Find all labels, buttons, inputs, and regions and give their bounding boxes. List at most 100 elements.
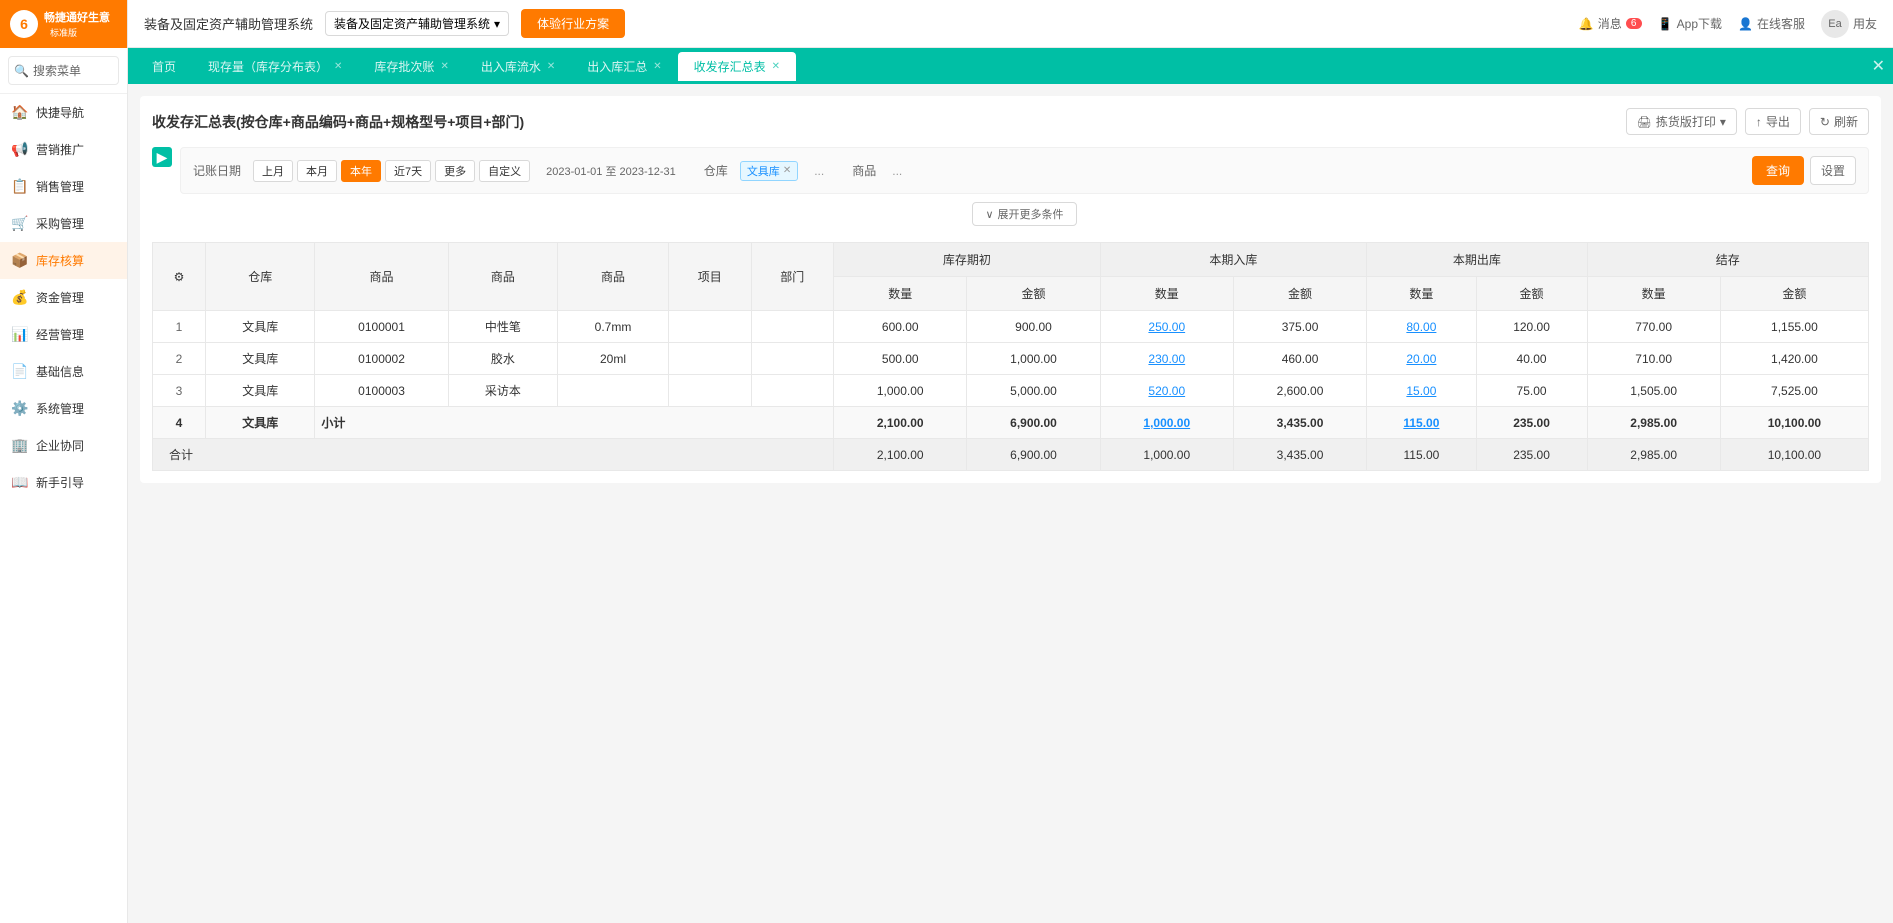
search-menu-button[interactable]: 🔍 搜索菜单	[8, 56, 119, 85]
row-dept	[751, 343, 834, 375]
page-title-row: 收发存汇总表(按仓库+商品编码+商品+规格型号+项目+部门) 🖨 拣货版打印 ▾…	[152, 108, 1869, 135]
notification-item[interactable]: 🔔 消息 6	[1579, 15, 1642, 32]
date-label: 记账日期	[193, 162, 241, 179]
sales-icon: 📋	[12, 179, 28, 195]
date-btn-custom[interactable]: 自定义	[479, 160, 530, 182]
subtotal-label: 小计	[315, 407, 834, 439]
row-name: 采访本	[448, 375, 557, 407]
row-code: 0100001	[315, 311, 448, 343]
tab-inout-summary[interactable]: 出入库汇总 ✕	[571, 52, 677, 81]
row-out-qty[interactable]: 20.00	[1367, 343, 1476, 375]
row-bal-amt: 1,155.00	[1720, 311, 1868, 343]
close-icon[interactable]: ✕	[772, 61, 780, 72]
sidebar-item-guide[interactable]: 📖 新手引导	[0, 464, 127, 501]
subtotal-open-qty: 2,100.00	[834, 407, 967, 439]
refresh-button[interactable]: ↻ 刷新	[1809, 108, 1869, 135]
close-icon[interactable]: ✕	[440, 61, 448, 72]
query-button[interactable]: 查询	[1752, 156, 1804, 185]
bal-amt-header: 金额	[1720, 277, 1868, 311]
date-btn-this-year[interactable]: 本年	[341, 160, 381, 182]
table-row: 3 文具库 0100003 采访本 1,000.00 5,000.00 520.…	[153, 375, 1869, 407]
sidebar-item-quick-nav[interactable]: 🏠 快捷导航	[0, 94, 127, 131]
settings-col-header[interactable]: ⚙	[153, 243, 206, 311]
search-icon: 🔍	[14, 64, 29, 78]
footer-bal-qty: 2,985.00	[1587, 439, 1720, 471]
sidebar-item-sales[interactable]: 📋 销售管理	[0, 168, 127, 205]
experience-btn[interactable]: 体验行业方案	[521, 9, 625, 38]
close-icon[interactable]: ✕	[547, 61, 555, 72]
open-amt-header: 金额	[967, 277, 1100, 311]
chevron-down-icon: ▾	[1720, 115, 1726, 129]
date-btn-this-month[interactable]: 本月	[297, 160, 337, 182]
row-warehouse: 文具库	[206, 375, 315, 407]
basic-icon: 📄	[12, 364, 28, 380]
row-in-qty[interactable]: 230.00	[1100, 343, 1233, 375]
export-button[interactable]: ↑ 导出	[1745, 108, 1801, 135]
sidebar-item-purchase[interactable]: 🛒 采购管理	[0, 205, 127, 242]
print-button[interactable]: 🖨 拣货版打印 ▾	[1626, 108, 1737, 135]
close-icon[interactable]: ✕	[653, 61, 661, 72]
goods-spec-col-header: 商品	[558, 243, 669, 311]
tab-receive-summary[interactable]: 收发存汇总表 ✕	[678, 52, 796, 81]
user-item[interactable]: Ea 用友	[1821, 10, 1877, 38]
warehouse-tag-close[interactable]: ✕	[783, 165, 791, 176]
marketing-icon: 📢	[12, 142, 28, 158]
sidebar-item-operations[interactable]: 📊 经营管理	[0, 316, 127, 353]
system-selector[interactable]: 装备及固定资产辅助管理系统 ▾	[325, 11, 509, 36]
expand-more-button[interactable]: ∨ 展开更多条件	[972, 202, 1076, 226]
sidebar-item-enterprise[interactable]: 🏢 企业协同	[0, 427, 127, 464]
sidebar-item-basic[interactable]: 📄 基础信息	[0, 353, 127, 390]
header-left: 装备及固定资产辅助管理系统 装备及固定资产辅助管理系统 ▾ 体验行业方案	[144, 9, 625, 38]
row-warehouse: 文具库	[206, 343, 315, 375]
row-in-amt: 460.00	[1233, 343, 1366, 375]
row-open-amt: 1,000.00	[967, 343, 1100, 375]
in-qty-header: 数量	[1100, 277, 1233, 311]
filter-settings-button[interactable]: 设置	[1810, 156, 1856, 185]
row-in-qty[interactable]: 250.00	[1100, 311, 1233, 343]
outbound-header: 本期出库	[1367, 243, 1587, 277]
row-open-qty: 600.00	[834, 311, 967, 343]
row-in-amt: 2,600.00	[1233, 375, 1366, 407]
open-stock-header: 库存期初	[834, 243, 1101, 277]
sidebar-item-system[interactable]: ⚙️ 系统管理	[0, 390, 127, 427]
row-out-qty[interactable]: 80.00	[1367, 311, 1476, 343]
open-qty-header: 数量	[834, 277, 967, 311]
row-out-qty[interactable]: 15.00	[1367, 375, 1476, 407]
sidebar-item-marketing[interactable]: 📢 营销推广	[0, 131, 127, 168]
row-num: 2	[153, 343, 206, 375]
footer-open-qty: 2,100.00	[834, 439, 967, 471]
expand-more-row: ∨ 展开更多条件	[180, 202, 1869, 226]
warehouse-more[interactable]: ...	[814, 164, 824, 178]
subtotal-num: 4	[153, 407, 206, 439]
close-icon[interactable]: ✕	[334, 61, 342, 72]
row-in-qty[interactable]: 520.00	[1100, 375, 1233, 407]
tab-inout-flow[interactable]: 出入库流水 ✕	[465, 52, 571, 81]
tab-batch-account[interactable]: 库存批次账 ✕	[358, 52, 464, 81]
date-btn-more[interactable]: 更多	[435, 160, 475, 182]
subtotal-in-qty: 1,000.00	[1100, 407, 1233, 439]
subtotal-bal-amt: 10,100.00	[1720, 407, 1868, 439]
dept-col-header: 部门	[751, 243, 834, 311]
tab-stock-distribution[interactable]: 现存量（库存分布表） ✕	[192, 52, 358, 81]
row-bal-qty: 1,505.00	[1587, 375, 1720, 407]
sidebar-item-inventory[interactable]: 📦 库存核算	[0, 242, 127, 279]
row-warehouse: 文具库	[206, 311, 315, 343]
close-all-tabs-button[interactable]: ✕	[1872, 56, 1885, 76]
sidebar-item-finance[interactable]: 💰 资金管理	[0, 279, 127, 316]
filter-collapse-button[interactable]: ▶	[152, 147, 172, 167]
goods-name-col-header: 商品	[448, 243, 557, 311]
app-download-item[interactable]: 📱 App下载	[1658, 15, 1722, 32]
subtotal-out-qty: 115.00	[1367, 407, 1476, 439]
date-btn-last-month[interactable]: 上月	[253, 160, 293, 182]
date-btn-7days[interactable]: 近7天	[385, 160, 431, 182]
tab-home[interactable]: 首页	[136, 52, 192, 81]
row-code: 0100003	[315, 375, 448, 407]
system-title: 装备及固定资产辅助管理系统	[144, 14, 313, 33]
row-code: 0100002	[315, 343, 448, 375]
goods-more[interactable]: ...	[892, 164, 902, 178]
row-project	[668, 375, 751, 407]
row-project	[668, 311, 751, 343]
online-service-item[interactable]: 👤 在线客服	[1738, 15, 1805, 32]
online-service-label: 在线客服	[1757, 15, 1805, 32]
row-spec	[558, 375, 669, 407]
